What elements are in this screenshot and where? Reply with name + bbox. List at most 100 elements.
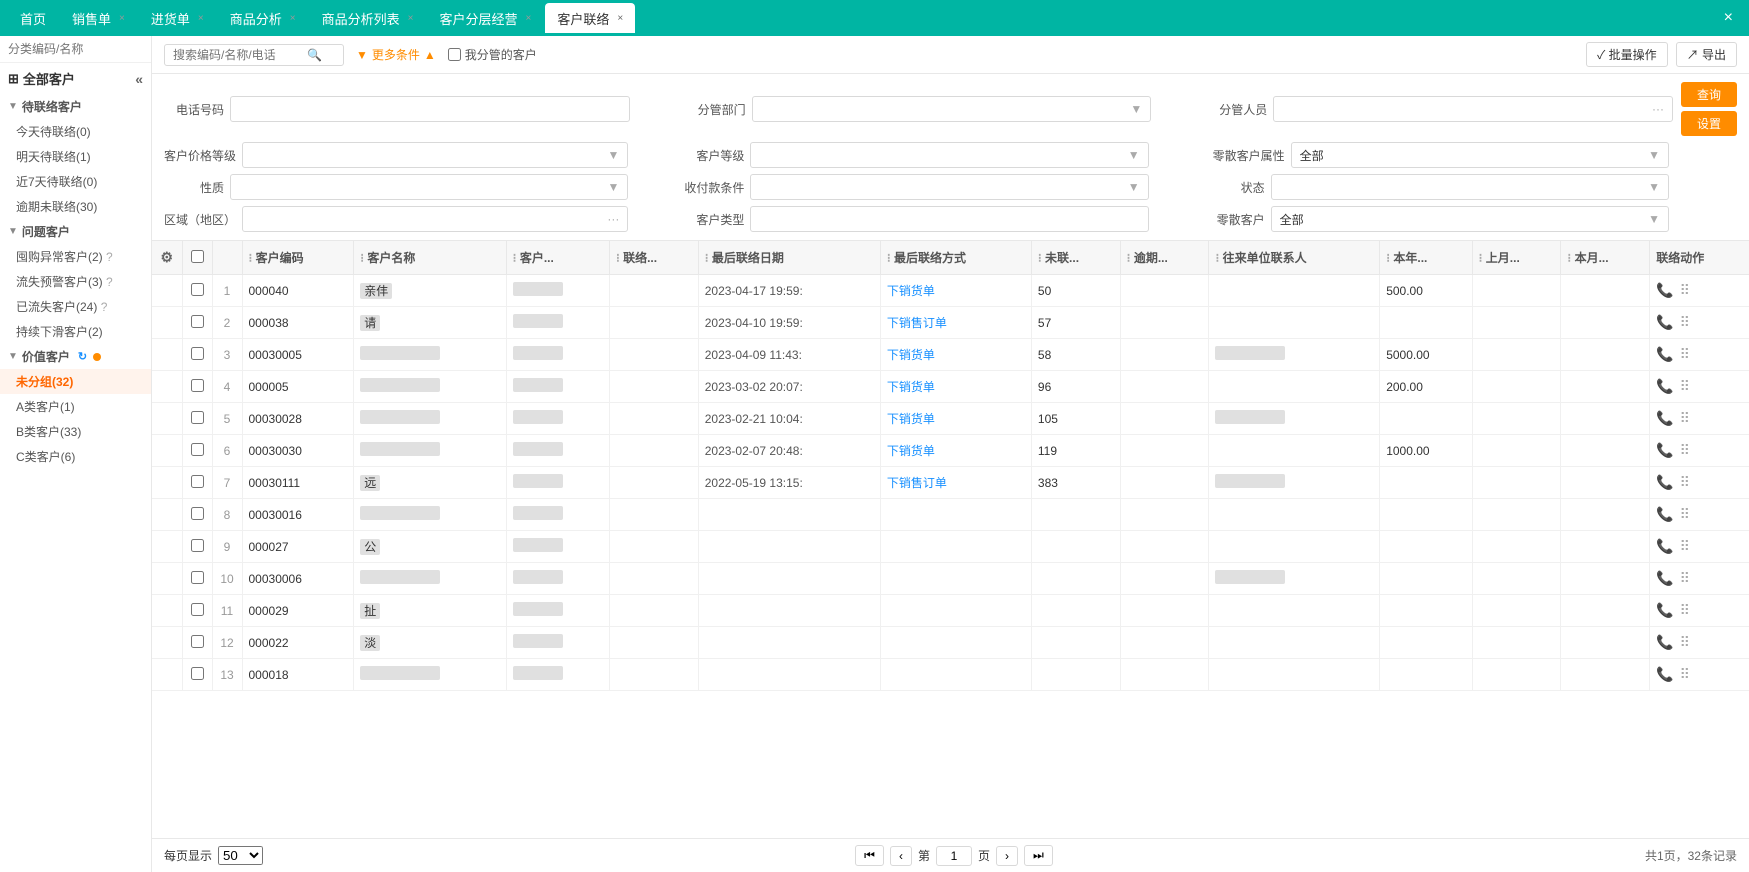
phone-action-icon[interactable]: 📞 [1656, 602, 1673, 619]
checkbox-cell[interactable] [182, 307, 212, 339]
last-contact-type-col-header[interactable]: ⁝ 最后联络方式 [880, 241, 1031, 275]
phone-action-icon[interactable]: 📞 [1656, 442, 1673, 459]
checkbox-cell[interactable] [182, 499, 212, 531]
this-year-col-header[interactable]: ⁝ 本年... [1380, 241, 1472, 275]
sidebar-item-7day-pending[interactable]: 近7天待联络(0) [0, 169, 151, 194]
sidebar-collapse-icon[interactable]: « [135, 71, 143, 87]
checkbox-cell[interactable] [182, 275, 212, 307]
gear-col-header[interactable]: ⚙ [152, 241, 182, 275]
sidebar-item-b-class[interactable]: B类客户(33) [0, 419, 151, 444]
more-action-icon[interactable]: ⠿ [1680, 602, 1690, 619]
phone-action-icon[interactable]: 📞 [1656, 474, 1673, 491]
row-checkbox[interactable] [191, 603, 204, 616]
scatter-attr-select[interactable]: 全部 ▼ [1291, 142, 1669, 168]
settings-gear-icon[interactable]: ⚙ [160, 249, 173, 265]
sidebar-item-churn-warning[interactable]: 流失预警客户(3) ? [0, 269, 151, 294]
checkbox-cell[interactable] [182, 595, 212, 627]
name-col-header[interactable]: ⁝ 客户名称 [354, 241, 506, 275]
phone-action-icon[interactable]: 📞 [1656, 282, 1673, 299]
more-action-icon[interactable]: ⠿ [1680, 570, 1690, 587]
sidebar-search-input[interactable] [8, 42, 152, 56]
search-icon[interactable]: 🔍 [307, 48, 322, 62]
row-checkbox[interactable] [191, 571, 204, 584]
row-checkbox[interactable] [191, 507, 204, 520]
last-contact-date-col-header[interactable]: ⁝ 最后联络日期 [698, 241, 880, 275]
nav-tab-customer-layer[interactable]: 客户分层经营 × [427, 3, 543, 33]
my-customers-check[interactable] [448, 48, 461, 61]
row-checkbox[interactable] [191, 635, 204, 648]
sidebar-item-declining[interactable]: 持续下滑客户(2) [0, 319, 151, 344]
checkbox-col-header[interactable] [182, 241, 212, 275]
phone-action-icon[interactable]: 📞 [1656, 666, 1673, 683]
status-select[interactable]: ▼ [1271, 174, 1669, 200]
sidebar-item-c-class[interactable]: C类客户(6) [0, 444, 151, 469]
nav-tab-customer-contact[interactable]: 客户联络 × [545, 3, 635, 33]
payment-select[interactable]: ▼ [750, 174, 1148, 200]
phone-action-icon[interactable]: 📞 [1656, 346, 1673, 363]
nav-tab-analysis[interactable]: 商品分析 × [218, 3, 308, 33]
more-action-icon[interactable]: ⠿ [1680, 634, 1690, 651]
row-checkbox[interactable] [191, 315, 204, 328]
phone-action-icon[interactable]: 📞 [1656, 378, 1673, 395]
nav-home[interactable]: 首页 [8, 9, 58, 28]
row-checkbox[interactable] [191, 283, 204, 296]
page-number-input[interactable] [936, 846, 972, 866]
checkbox-cell[interactable] [182, 403, 212, 435]
more-action-icon[interactable]: ⠿ [1680, 474, 1690, 491]
first-page-btn[interactable]: ⏮ [855, 845, 884, 866]
row-checkbox[interactable] [191, 539, 204, 552]
close-all-tabs[interactable]: × [1716, 9, 1741, 27]
phone-action-icon[interactable]: 📞 [1656, 570, 1673, 587]
manager-input[interactable]: ··· [1273, 96, 1673, 122]
close-analysis-tab[interactable]: × [290, 13, 296, 24]
more-action-icon[interactable]: ⠿ [1680, 314, 1690, 331]
phone-action-icon[interactable]: 📞 [1656, 634, 1673, 651]
select-all-checkbox[interactable] [191, 250, 204, 263]
row-checkbox[interactable] [191, 475, 204, 488]
contact-type-link[interactable]: 下销售订单 [887, 476, 947, 490]
nav-tab-purchase[interactable]: 进货单 × [139, 3, 216, 33]
checkbox-cell[interactable] [182, 531, 212, 563]
contact-type-link[interactable]: 下销货单 [887, 284, 935, 298]
more-action-icon[interactable]: ⠿ [1680, 442, 1690, 459]
checkbox-cell[interactable] [182, 563, 212, 595]
row-checkbox[interactable] [191, 443, 204, 456]
checkbox-cell[interactable] [182, 371, 212, 403]
contact-person-col-header[interactable]: ⁝ 往来单位联系人 [1209, 241, 1380, 275]
contact-col-header[interactable]: ⁝ 联络... [609, 241, 698, 275]
checkbox-cell[interactable] [182, 659, 212, 691]
checkbox-cell[interactable] [182, 627, 212, 659]
close-sales-tab[interactable]: × [119, 13, 125, 24]
overdue-col-header[interactable]: ⁝ 逾期... [1120, 241, 1209, 275]
more-action-icon[interactable]: ⠿ [1680, 666, 1690, 683]
code-col-header[interactable]: ⁝ 客户编码 [242, 241, 354, 275]
search-input[interactable] [173, 48, 303, 62]
sidebar-item-today-pending[interactable]: 今天待联络(0) [0, 119, 151, 144]
batch-ops-button[interactable]: ✓ 批量操作 [1586, 42, 1668, 67]
last-month-col-header[interactable]: ⁝ 上月... [1472, 241, 1561, 275]
reset-button[interactable]: 设置 [1681, 111, 1737, 136]
phone-action-icon[interactable]: 📞 [1656, 410, 1673, 427]
my-customers-checkbox[interactable]: 我分管的客户 [448, 46, 537, 63]
row-checkbox[interactable] [191, 379, 204, 392]
region-input[interactable]: ··· [242, 206, 628, 232]
checkbox-cell[interactable] [182, 339, 212, 371]
no-contact-col-header[interactable]: ⁝ 未联... [1031, 241, 1120, 275]
nature-select[interactable]: ▼ [230, 174, 628, 200]
dept-select[interactable]: ▼ [752, 96, 1152, 122]
prev-page-btn[interactable]: ‹ [890, 846, 912, 866]
contact-type-link[interactable]: 下销货单 [887, 412, 935, 426]
this-month-col-header[interactable]: ⁝ 本月... [1561, 241, 1650, 275]
sidebar-item-ungrouped[interactable]: 未分组(32) [0, 369, 151, 394]
sidebar-item-tomorrow-pending[interactable]: 明天待联络(1) [0, 144, 151, 169]
more-action-icon[interactable]: ⠿ [1680, 282, 1690, 299]
sidebar-item-lost[interactable]: 已流失客户(24) ? [0, 294, 151, 319]
phone-action-icon[interactable]: 📞 [1656, 538, 1673, 555]
more-action-icon[interactable]: ⠿ [1680, 378, 1690, 395]
refresh-icon[interactable]: ↻ [78, 350, 87, 363]
phone-action-icon[interactable]: 📞 [1656, 506, 1673, 523]
close-customer-contact-tab[interactable]: × [617, 13, 623, 24]
row-checkbox[interactable] [191, 347, 204, 360]
row-checkbox[interactable] [191, 411, 204, 424]
checkbox-cell[interactable] [182, 435, 212, 467]
